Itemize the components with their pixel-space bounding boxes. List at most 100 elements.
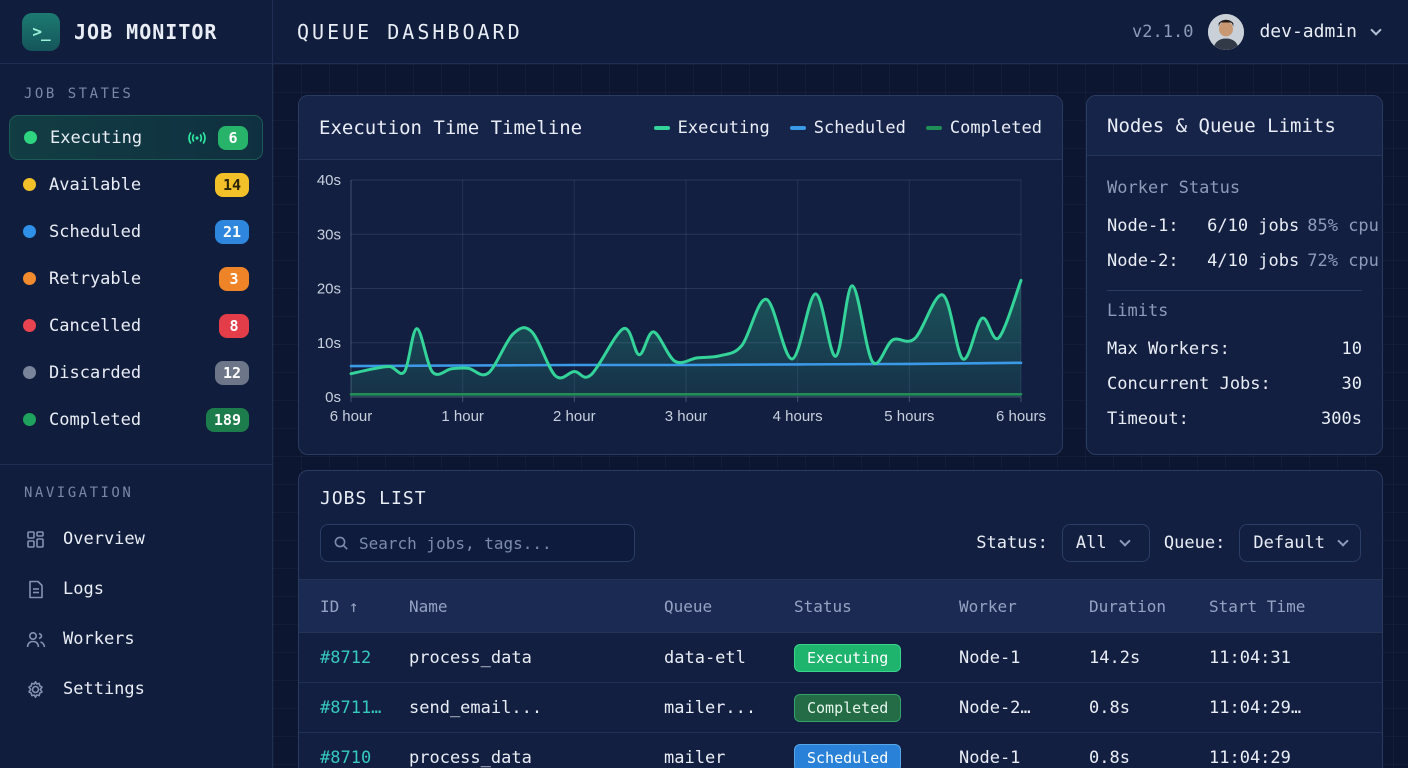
column-header-start: Start Time xyxy=(1209,596,1306,616)
nodes-card-header: Nodes & Queue Limits xyxy=(1087,96,1382,156)
job-worker: Node-2… xyxy=(959,697,1031,718)
limit-value: 10 xyxy=(1341,338,1362,359)
column-header-status: Status xyxy=(794,596,852,616)
state-label: Available xyxy=(49,174,142,195)
worker-name: Node-1: xyxy=(1107,215,1200,236)
worker-name: Node-2: xyxy=(1107,250,1200,271)
navigation-section-title: NAVIGATION xyxy=(24,485,134,501)
limit-value: 30 xyxy=(1341,373,1362,394)
search-icon xyxy=(334,536,348,550)
nav-item-label: Settings xyxy=(63,679,145,699)
state-label: Discarded xyxy=(49,362,142,383)
x-tick-label: 3 hour xyxy=(665,408,708,425)
column-header-name: Name xyxy=(409,596,448,616)
job-queue: data-etl xyxy=(664,647,746,668)
job-name: process_data xyxy=(409,747,532,768)
legend-item-scheduled: Scheduled xyxy=(789,117,906,138)
state-right: 3 xyxy=(219,266,249,291)
column-header-id[interactable]: ID ↑ xyxy=(299,597,409,616)
job-states-section-title: JOB STATES xyxy=(24,86,134,102)
jobs-list-title: JOBS LIST xyxy=(320,488,427,509)
status-badge: Scheduled xyxy=(794,743,902,768)
avatar[interactable] xyxy=(1208,13,1245,50)
job-name: send_email... xyxy=(409,697,543,718)
document-icon xyxy=(29,580,43,598)
limits-title: Limits xyxy=(1107,301,1169,321)
page-title: QUEUE DASHBOARD xyxy=(297,19,523,44)
x-tick-label: 2 hour xyxy=(553,408,596,425)
sidebar: JOB STATES Executing 6 Available 14 Schedule… xyxy=(0,64,273,768)
filters: Status: All Queue: Default xyxy=(976,524,1361,562)
state-dot xyxy=(23,319,36,332)
nav-item-label: Logs xyxy=(63,579,104,599)
sidebar-state-retryable[interactable]: Retryable 3 xyxy=(9,256,263,301)
sidebar-item-settings[interactable]: Settings xyxy=(0,664,272,714)
table-row[interactable]: #8712 process_data data-etl Executing Node-1… xyxy=(299,633,1382,683)
column-header-worker: Worker xyxy=(959,596,1017,616)
job-duration: 0.8s xyxy=(1089,747,1130,768)
state-count-badge: 14 xyxy=(214,172,249,197)
column-header-queue: Queue xyxy=(664,596,713,616)
legend-dash xyxy=(789,125,806,130)
y-tick-label: 40s xyxy=(317,172,341,189)
status-select[interactable]: All xyxy=(1061,524,1150,562)
worker-jobs: 4/10 jobs xyxy=(1207,250,1300,271)
job-id-link[interactable]: #8711… xyxy=(299,698,409,718)
legend-item-executing: Executing xyxy=(653,118,770,138)
job-id-link[interactable]: #8710 xyxy=(299,748,409,768)
job-start-time: 11:04:29 xyxy=(1209,747,1291,768)
state-right: 21 xyxy=(214,219,249,244)
status-filter-label: Status: xyxy=(976,533,1048,553)
sidebar-item-workers[interactable]: Workers xyxy=(0,614,272,664)
job-states-list: Executing 6 Available 14 Scheduled 21 Retryabl… xyxy=(0,115,272,442)
table-row[interactable]: #8711… send_email... mailer... Completed Nod… xyxy=(299,683,1382,733)
execution-timeline-card: Execution Time Timeline Executing Schedul… xyxy=(298,95,1063,455)
main-content: Execution Time Timeline Executing Schedul… xyxy=(273,64,1408,768)
job-start-time: 11:04:29… xyxy=(1209,697,1302,718)
avatar-image xyxy=(1208,13,1245,50)
app-brand: >_ JOB MONITOR xyxy=(0,0,273,63)
y-tick-label: 0s xyxy=(325,389,341,406)
sidebar-state-cancelled[interactable]: Cancelled 8 xyxy=(9,303,263,348)
search-input[interactable] xyxy=(359,533,622,553)
state-label: Scheduled xyxy=(49,221,142,242)
state-label: Executing xyxy=(50,127,143,148)
job-id-link[interactable]: #8712 xyxy=(299,648,409,668)
sidebar-state-available[interactable]: Available 14 xyxy=(9,162,263,207)
sidebar-state-completed[interactable]: Completed 189 xyxy=(9,397,263,442)
queue-select[interactable]: Default xyxy=(1239,524,1361,562)
workers-status-list: Node-1: 6/10 jobs 85% cpu Node-2: 4/10 job… xyxy=(1107,208,1379,278)
sidebar-state-executing[interactable]: Executing 6 xyxy=(9,115,263,160)
status-badge: Completed xyxy=(794,693,902,722)
status-select-value: All xyxy=(1075,533,1107,553)
jobs-list-card: JOBS LIST Status: All Queue: Default ID ↑Na… xyxy=(298,470,1383,768)
limits-list: Max Workers: 10 Concurrent Jobs: 30 Timeout:… xyxy=(1107,331,1362,436)
chart-legend: Executing Scheduled Completed xyxy=(653,117,1042,138)
top-header: >_ JOB MONITOR QUEUE DASHBOARD v2.1.0 de… xyxy=(0,0,1408,64)
user-menu-chevron-icon[interactable] xyxy=(1370,23,1382,36)
limit-label: Concurrent Jobs: xyxy=(1107,373,1271,394)
sidebar-item-overview[interactable]: Overview xyxy=(0,514,272,564)
job-queue: mailer... xyxy=(664,697,757,718)
app-title: JOB MONITOR xyxy=(74,19,218,44)
legend-label: Scheduled xyxy=(813,117,906,138)
jobs-table-header: ID ↑ Name Queue Status Worker Duration Start T… xyxy=(299,579,1382,633)
jobs-table-body: #8712 process_data data-etl Executing Node-1… xyxy=(299,633,1382,768)
x-tick-label: 6 hour xyxy=(330,408,373,425)
table-row[interactable]: #8710 process_data mailer Scheduled Node-1 0.… xyxy=(299,733,1382,768)
chart-card-header: Execution Time Timeline Executing Schedul… xyxy=(299,96,1062,160)
state-label: Retryable xyxy=(49,268,142,289)
sidebar-state-discarded[interactable]: Discarded 12 xyxy=(9,350,263,395)
state-dot xyxy=(23,366,36,379)
sidebar-item-logs[interactable]: Logs xyxy=(0,564,272,614)
state-dot xyxy=(23,413,36,426)
sidebar-divider xyxy=(0,464,272,465)
nodes-card-title: Nodes & Queue Limits xyxy=(1107,114,1336,137)
worker-jobs: 6/10 jobs xyxy=(1207,215,1300,236)
chart-title: Execution Time Timeline xyxy=(319,116,583,139)
sidebar-state-scheduled[interactable]: Scheduled 21 xyxy=(9,209,263,254)
job-queue: mailer xyxy=(664,747,726,768)
version-label: v2.1.0 xyxy=(1132,21,1194,42)
state-count-badge: 3 xyxy=(219,266,249,291)
nav-item-label: Overview xyxy=(63,529,145,549)
